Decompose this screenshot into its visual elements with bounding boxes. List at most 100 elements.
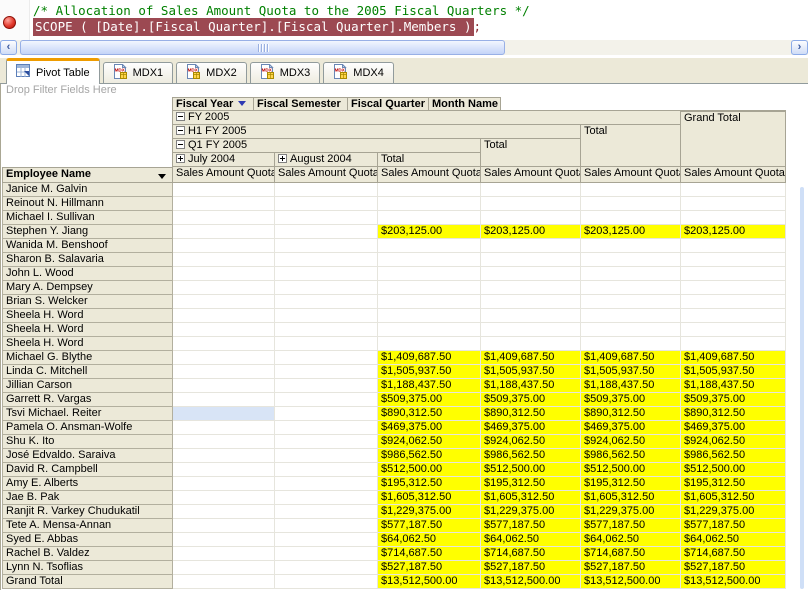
column-field-fiscal-quarter[interactable]: Fiscal Quarter bbox=[348, 97, 429, 111]
data-cell[interactable] bbox=[173, 533, 275, 547]
row-header-employee[interactable]: Sheela H. Word bbox=[2, 337, 173, 351]
row-header-employee[interactable]: José Edvaldo. Saraiva bbox=[2, 449, 173, 463]
row-header-employee[interactable]: Jillian Carson bbox=[2, 379, 173, 393]
data-cell[interactable] bbox=[378, 309, 481, 323]
data-cell-total[interactable]: $509,375.00 bbox=[681, 393, 786, 407]
data-cell[interactable] bbox=[481, 197, 581, 211]
data-cell[interactable] bbox=[173, 197, 275, 211]
data-cell[interactable] bbox=[275, 197, 378, 211]
row-header-employee[interactable]: David R. Campbell bbox=[2, 463, 173, 477]
data-cell-total[interactable]: $527,187.50 bbox=[378, 561, 481, 575]
row-header-employee[interactable]: Michael G. Blythe bbox=[2, 351, 173, 365]
data-cell[interactable] bbox=[481, 239, 581, 253]
data-cell-total[interactable]: $924,062.50 bbox=[581, 435, 681, 449]
data-cell[interactable] bbox=[173, 211, 275, 225]
tab-mdx2[interactable]: MDXMDX2 bbox=[176, 62, 247, 83]
data-cell[interactable] bbox=[275, 379, 378, 393]
measure-header[interactable]: Sales Amount Quota bbox=[581, 167, 681, 183]
data-cell-total[interactable]: $890,312.50 bbox=[681, 407, 786, 421]
data-cell[interactable] bbox=[173, 505, 275, 519]
header-month-total[interactable]: Total bbox=[378, 153, 481, 167]
data-cell-total[interactable]: $1,229,375.00 bbox=[481, 505, 581, 519]
data-cell[interactable] bbox=[275, 351, 378, 365]
data-cell-total[interactable]: $1,605,312.50 bbox=[481, 491, 581, 505]
data-cell-total[interactable]: $1,188,437.50 bbox=[681, 379, 786, 393]
horizontal-scrollbar[interactable]: ‹ › bbox=[0, 40, 808, 55]
data-cell[interactable] bbox=[378, 295, 481, 309]
data-cell-total[interactable]: $986,562.50 bbox=[681, 449, 786, 463]
data-cell[interactable] bbox=[581, 309, 681, 323]
data-cell[interactable] bbox=[275, 253, 378, 267]
row-header-employee[interactable]: Wanida M. Benshoof bbox=[2, 239, 173, 253]
data-cell[interactable] bbox=[173, 477, 275, 491]
header-fy-2005[interactable]: FY 2005 bbox=[173, 111, 681, 125]
data-cell-total[interactable]: $203,125.00 bbox=[581, 225, 681, 239]
data-cell[interactable] bbox=[378, 197, 481, 211]
data-cell-total[interactable]: $1,229,375.00 bbox=[581, 505, 681, 519]
row-header-employee[interactable]: Shu K. Ito bbox=[2, 435, 173, 449]
row-header-employee[interactable]: Garrett R. Vargas bbox=[2, 393, 173, 407]
data-cell[interactable] bbox=[481, 295, 581, 309]
row-header-employee[interactable]: Sheela H. Word bbox=[2, 309, 173, 323]
row-header-employee[interactable]: Ranjit R. Varkey Chudukatil bbox=[2, 505, 173, 519]
data-cell[interactable] bbox=[173, 281, 275, 295]
filter-drop-zone[interactable]: Drop Filter Fields Here bbox=[2, 84, 808, 97]
expand-button[interactable] bbox=[176, 154, 185, 163]
measure-header[interactable]: Sales Amount Quota bbox=[275, 167, 378, 183]
data-cell[interactable] bbox=[378, 239, 481, 253]
row-header-employee[interactable]: Brian S. Welcker bbox=[2, 295, 173, 309]
data-cell-total[interactable]: $469,375.00 bbox=[581, 421, 681, 435]
data-cell[interactable] bbox=[681, 197, 786, 211]
row-header-employee[interactable]: Janice M. Galvin bbox=[2, 183, 173, 197]
data-cell[interactable] bbox=[173, 239, 275, 253]
data-cell[interactable] bbox=[378, 337, 481, 351]
data-cell[interactable] bbox=[275, 309, 378, 323]
data-cell[interactable] bbox=[581, 267, 681, 281]
data-cell-total[interactable]: $924,062.50 bbox=[378, 435, 481, 449]
data-cell[interactable] bbox=[275, 449, 378, 463]
data-cell[interactable] bbox=[681, 211, 786, 225]
data-cell[interactable] bbox=[275, 421, 378, 435]
data-cell[interactable] bbox=[275, 211, 378, 225]
data-cell[interactable] bbox=[275, 463, 378, 477]
data-cell[interactable] bbox=[275, 407, 378, 421]
data-cell[interactable] bbox=[173, 351, 275, 365]
data-cell[interactable] bbox=[275, 393, 378, 407]
data-cell-total[interactable]: $512,500.00 bbox=[581, 463, 681, 477]
scroll-left-arrow-icon[interactable]: ‹ bbox=[0, 40, 17, 55]
data-cell[interactable] bbox=[378, 183, 481, 197]
data-cell-total[interactable]: $1,605,312.50 bbox=[378, 491, 481, 505]
data-cell[interactable] bbox=[681, 309, 786, 323]
data-cell-total[interactable]: $195,312.50 bbox=[581, 477, 681, 491]
data-cell[interactable] bbox=[275, 267, 378, 281]
header-august-2004[interactable]: August 2004 bbox=[275, 153, 378, 167]
data-cell[interactable] bbox=[581, 239, 681, 253]
data-cell[interactable] bbox=[481, 267, 581, 281]
collapse-button[interactable] bbox=[176, 140, 185, 149]
dropdown-arrow-icon[interactable] bbox=[158, 174, 166, 179]
data-cell[interactable] bbox=[681, 323, 786, 337]
data-cell-total[interactable]: $203,125.00 bbox=[481, 225, 581, 239]
data-cell-total[interactable]: $512,500.00 bbox=[481, 463, 581, 477]
data-cell[interactable] bbox=[681, 337, 786, 351]
data-cell[interactable] bbox=[378, 281, 481, 295]
data-cell-total[interactable]: $714,687.50 bbox=[481, 547, 581, 561]
data-cell-total[interactable]: $1,605,312.50 bbox=[581, 491, 681, 505]
data-cell[interactable] bbox=[275, 491, 378, 505]
data-cell[interactable] bbox=[378, 267, 481, 281]
data-cell[interactable] bbox=[275, 323, 378, 337]
row-header-employee[interactable]: Michael I. Sullivan bbox=[2, 211, 173, 225]
row-header-employee[interactable]: Lynn N. Tsoflias bbox=[2, 561, 173, 575]
data-cell[interactable] bbox=[681, 183, 786, 197]
data-cell-total[interactable]: $714,687.50 bbox=[681, 547, 786, 561]
row-header-employee[interactable]: Amy E. Alberts bbox=[2, 477, 173, 491]
data-cell[interactable] bbox=[275, 533, 378, 547]
data-cell-total[interactable]: $986,562.50 bbox=[378, 449, 481, 463]
scrollbar-thumb[interactable] bbox=[20, 40, 505, 55]
data-cell[interactable] bbox=[681, 281, 786, 295]
data-cell[interactable] bbox=[275, 519, 378, 533]
data-cell-total[interactable]: $527,187.50 bbox=[681, 561, 786, 575]
measure-header[interactable]: Sales Amount Quota bbox=[173, 167, 275, 183]
row-header-employee[interactable]: Syed E. Abbas bbox=[2, 533, 173, 547]
data-cell[interactable] bbox=[275, 435, 378, 449]
